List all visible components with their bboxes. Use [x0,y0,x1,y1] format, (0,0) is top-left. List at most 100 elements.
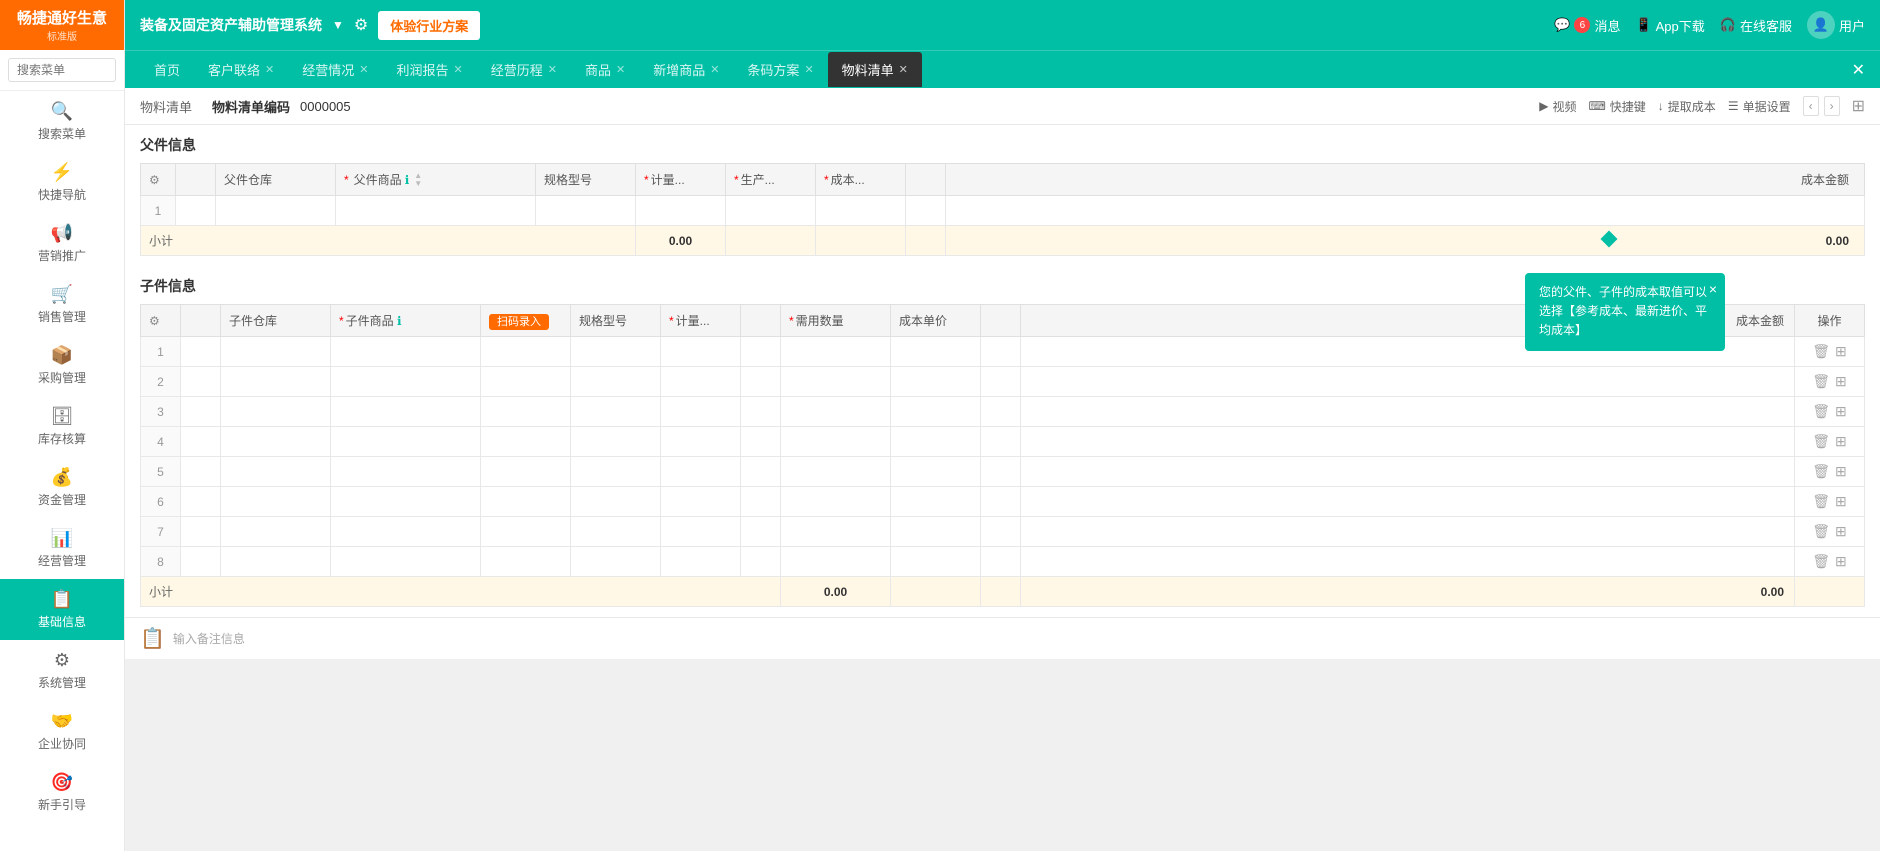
sidebar-item-11[interactable]: 🎯新手引导 [0,762,124,823]
user-action[interactable]: 👤 用户 [1807,11,1865,39]
grid-view-icon[interactable]: ⊞ [1852,96,1865,116]
child-product-4[interactable] [331,427,481,457]
child-unit-4[interactable] [661,427,741,457]
single-settings-action[interactable]: ☰ 单据设置 [1728,98,1791,115]
child-price-6[interactable] [891,487,981,517]
child-product-7[interactable] [331,517,481,547]
child-unit-5[interactable] [661,457,741,487]
sidebar-item-2[interactable]: 📢营销推广 [0,213,124,274]
scan-btn[interactable]: 扫码录入 [489,314,549,330]
copy-icon-3[interactable]: ⊞ [1835,403,1847,420]
child-product-6[interactable] [331,487,481,517]
copy-icon-2[interactable]: ⊞ [1835,373,1847,390]
child-qty-7[interactable] [781,517,891,547]
search-input[interactable] [8,58,116,82]
child-warehouse-7[interactable] [221,517,331,547]
nav-tab-5[interactable]: 商品✕ [571,52,639,87]
child-price-8[interactable] [891,547,981,577]
child-unit-2[interactable] [661,367,741,397]
tooltip-close-icon[interactable]: × [1709,278,1717,300]
child-warehouse-6[interactable] [221,487,331,517]
shortcut-action[interactable]: ⌨ 快捷键 [1588,98,1645,115]
child-unit-8[interactable] [661,547,741,577]
child-qty-4[interactable] [781,427,891,457]
parent-cost-1[interactable] [816,196,906,226]
sidebar-item-4[interactable]: 📦采购管理 [0,335,124,396]
child-col-settings[interactable]: ⚙ [141,305,181,337]
tab-close-3[interactable]: ✕ [454,63,463,76]
child-spec-4[interactable] [571,427,661,457]
tab-close-7[interactable]: ✕ [804,63,813,76]
nav-tab-1[interactable]: 客户联络✕ [194,52,288,87]
tab-close-4[interactable]: ✕ [548,63,557,76]
nav-tab-0[interactable]: 首页 [140,52,194,87]
child-unit-6[interactable] [661,487,741,517]
delete-icon-7[interactable]: 🗑 [1812,523,1830,540]
note-text[interactable]: 输入备注信息 [173,630,245,647]
child-product-5[interactable] [331,457,481,487]
cost-action[interactable]: ↓ 提取成本 [1658,98,1716,115]
settings-icon[interactable]: ⚙ [354,15,368,35]
child-spec-3[interactable] [571,397,661,427]
child-price-5[interactable] [891,457,981,487]
sidebar-item-9[interactable]: ⚙系统管理 [0,640,124,701]
tab-close-2[interactable]: ✕ [359,63,368,76]
parent-warehouse-1[interactable] [216,196,336,226]
parent-unit-1[interactable] [636,196,726,226]
child-spec-1[interactable] [571,337,661,367]
nav-tab-6[interactable]: 新增商品✕ [639,52,733,87]
child-spec-8[interactable] [571,547,661,577]
sidebar-item-10[interactable]: 🤝企业协同 [0,701,124,762]
close-all-tabs-icon[interactable]: ✕ [1852,60,1865,80]
child-qty-2[interactable] [781,367,891,397]
message-action[interactable]: 💬 6 消息 [1554,16,1620,35]
child-unit-1[interactable] [661,337,741,367]
next-arrow[interactable]: › [1824,96,1840,116]
child-spec-6[interactable] [571,487,661,517]
copy-icon-4[interactable]: ⊞ [1835,433,1847,450]
delete-icon-3[interactable]: 🗑 [1812,403,1830,420]
nav-tab-8[interactable]: 物料清单✕ [828,52,922,87]
sidebar-item-8[interactable]: 📋基础信息 [0,579,124,640]
child-spec-7[interactable] [571,517,661,547]
app-download-action[interactable]: 📱 App下载 [1635,16,1704,35]
delete-icon-6[interactable]: 🗑 [1812,493,1830,510]
child-spec-5[interactable] [571,457,661,487]
nav-tab-3[interactable]: 利润报告✕ [382,52,476,87]
sidebar-item-5[interactable]: 🗄库存核算 [0,396,124,457]
child-qty-6[interactable] [781,487,891,517]
tab-close-8[interactable]: ✕ [899,63,908,76]
delete-icon-2[interactable]: 🗑 [1812,373,1830,390]
child-price-7[interactable] [891,517,981,547]
child-product-3[interactable] [331,397,481,427]
tab-close-1[interactable]: ✕ [265,63,274,76]
sidebar-item-3[interactable]: 🛒销售管理 [0,274,124,335]
copy-icon-6[interactable]: ⊞ [1835,493,1847,510]
child-unit-3[interactable] [661,397,741,427]
child-spec-2[interactable] [571,367,661,397]
child-product-8[interactable] [331,547,481,577]
sidebar-item-6[interactable]: 💰资金管理 [0,457,124,518]
parent-product-1[interactable] [336,196,536,226]
child-product-1[interactable] [331,337,481,367]
copy-icon-1[interactable]: ⊞ [1835,343,1847,360]
delete-icon-4[interactable]: 🗑 [1812,433,1830,450]
child-warehouse-2[interactable] [221,367,331,397]
child-price-3[interactable] [891,397,981,427]
delete-icon-8[interactable]: 🗑 [1812,553,1830,570]
child-warehouse-1[interactable] [221,337,331,367]
child-warehouse-5[interactable] [221,457,331,487]
child-qty-1[interactable] [781,337,891,367]
child-qty-5[interactable] [781,457,891,487]
child-warehouse-8[interactable] [221,547,331,577]
nav-tab-2[interactable]: 经营情况✕ [288,52,382,87]
nav-tab-7[interactable]: 条码方案✕ [733,52,827,87]
breadcrumb-parent[interactable]: 物料清单 [140,97,192,116]
sidebar-item-7[interactable]: 📊经营管理 [0,518,124,579]
parent-production-1[interactable] [726,196,816,226]
child-price-2[interactable] [891,367,981,397]
delete-icon-1[interactable]: 🗑 [1812,343,1830,360]
child-unit-7[interactable] [661,517,741,547]
copy-icon-5[interactable]: ⊞ [1835,463,1847,480]
child-price-4[interactable] [891,427,981,457]
